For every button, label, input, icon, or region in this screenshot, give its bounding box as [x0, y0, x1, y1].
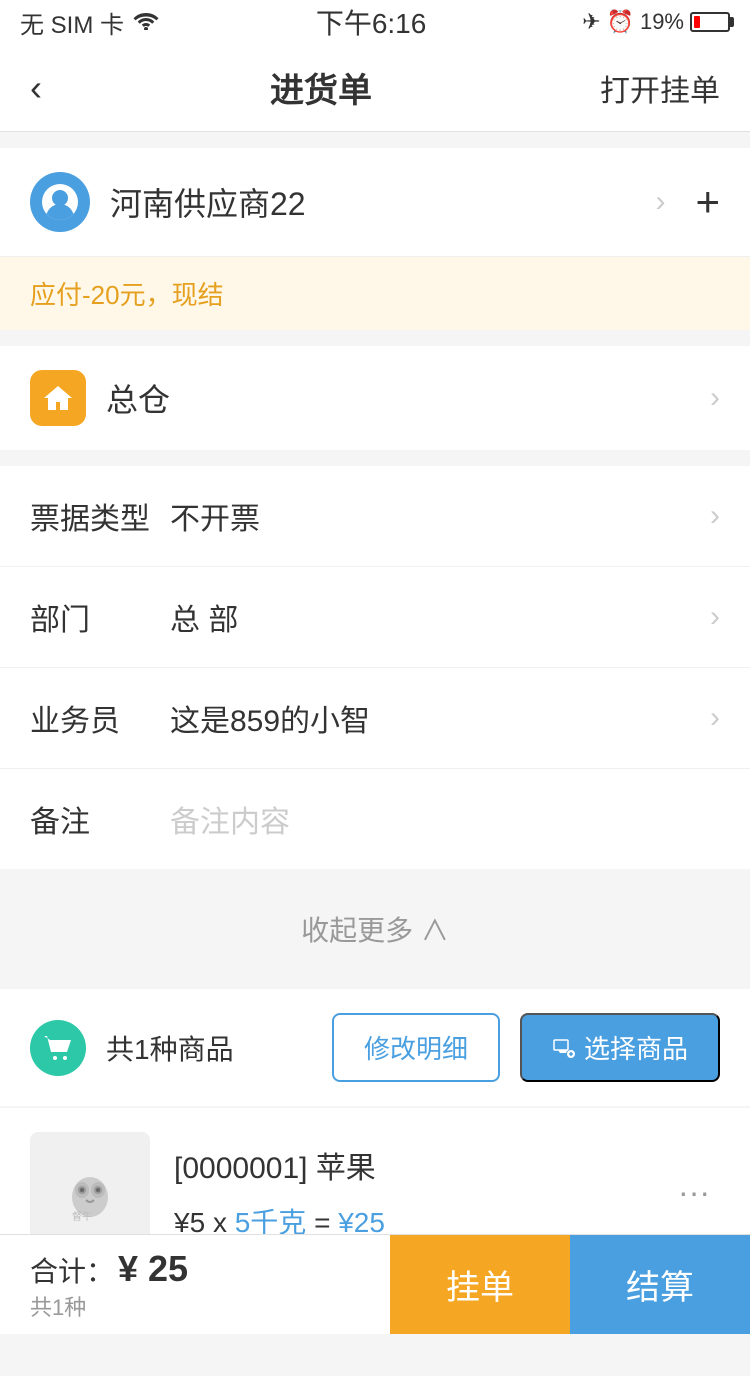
- alarm-icon: ⏰: [607, 9, 634, 35]
- hang-button[interactable]: 挂单: [390, 1235, 570, 1334]
- nav-bar: ‹ 进货单 打开挂单: [0, 44, 750, 132]
- select-product-button[interactable]: 选择商品: [520, 1013, 720, 1082]
- department-value: 总 部: [170, 595, 710, 639]
- cart-icon-wrap: [30, 1020, 86, 1076]
- invoice-type-row[interactable]: 票据类型 不开票 ›: [0, 466, 750, 567]
- location-icon: ✈: [582, 9, 600, 35]
- salesperson-label: 业务员: [30, 696, 170, 740]
- select-product-icon: [552, 1036, 576, 1060]
- warehouse-row[interactable]: 总仓 ›: [0, 346, 750, 450]
- supplier-right: › +: [655, 181, 720, 223]
- total-count: 共1种: [30, 1290, 360, 1322]
- status-bar: 无 SIM 卡 下午6:16 ✈ ⏰ 19%: [0, 0, 750, 44]
- total-section: 合计： ¥ 25 共1种: [0, 1235, 390, 1334]
- remark-row[interactable]: 备注 备注内容: [0, 769, 750, 869]
- department-label: 部门: [30, 595, 170, 639]
- checkout-button[interactable]: 结算: [570, 1235, 750, 1334]
- thumb-inner: 督午: [60, 1162, 120, 1222]
- warehouse-section: 总仓 ›: [0, 346, 750, 450]
- more-options-button[interactable]: ···: [668, 1164, 720, 1221]
- supplier-row[interactable]: 河南供应商22 › +: [0, 148, 750, 257]
- invoice-type-label: 票据类型: [30, 494, 170, 538]
- product-info: [0000001] 苹果 ¥5 x 5千克 = ¥25: [174, 1143, 644, 1241]
- collapse-bar[interactable]: 收起更多 ∧: [0, 885, 750, 973]
- product-count: 共1种商品: [106, 1028, 312, 1068]
- house-svg: [42, 382, 74, 414]
- status-right: ✈ ⏰ 19%: [582, 9, 730, 35]
- supplier-name: 河南供应商22: [110, 179, 655, 225]
- invoice-type-value: 不开票: [170, 494, 710, 538]
- bottom-bar: 合计： ¥ 25 共1种 挂单 结算: [0, 1234, 750, 1334]
- owl-icon: 督午: [60, 1162, 120, 1222]
- chevron-right-icon: ›: [710, 499, 720, 533]
- add-button[interactable]: +: [695, 181, 720, 223]
- status-left: 无 SIM 卡: [20, 5, 160, 40]
- product-name: [0000001] 苹果: [174, 1143, 644, 1187]
- cart-icon: [42, 1032, 74, 1064]
- carrier-label: 无 SIM 卡: [20, 5, 124, 40]
- remark-label: 备注: [30, 797, 170, 841]
- open-hang-button[interactable]: 打开挂单: [600, 66, 720, 110]
- department-row[interactable]: 部门 总 部 ›: [0, 567, 750, 668]
- chevron-right-icon: ›: [710, 701, 720, 735]
- chevron-right-icon: ›: [710, 600, 720, 634]
- battery-percent: 19%: [640, 9, 684, 35]
- chevron-right-icon: ›: [655, 185, 665, 219]
- form-section: 票据类型 不开票 › 部门 总 部 › 业务员 这是859的小智 › 备注 备注…: [0, 466, 750, 869]
- total-amount: ¥ 25: [118, 1248, 188, 1290]
- status-time: 下午6:16: [316, 2, 427, 42]
- product-code: [0000001]: [174, 1152, 307, 1185]
- svg-text:督午: 督午: [72, 1210, 92, 1222]
- remark-input[interactable]: 备注内容: [170, 797, 720, 841]
- warehouse-icon: [30, 370, 86, 426]
- supplier-alert: 应付-20元，现结: [0, 257, 750, 330]
- supplier-avatar: [30, 172, 90, 232]
- salesperson-value: 这是859的小智: [170, 696, 710, 740]
- salesperson-row[interactable]: 业务员 这是859的小智 ›: [0, 668, 750, 769]
- product-header: 共1种商品 修改明细 选择商品: [0, 989, 750, 1106]
- back-button[interactable]: ‹: [30, 67, 42, 109]
- select-product-label: 选择商品: [584, 1029, 688, 1066]
- battery-icon: [690, 12, 730, 32]
- wifi-icon: [132, 8, 160, 37]
- warehouse-name: 总仓: [106, 375, 710, 421]
- total-label: 合计：: [30, 1250, 114, 1290]
- product-title: 苹果: [316, 1152, 376, 1185]
- avatar-icon: [42, 184, 78, 220]
- edit-detail-button[interactable]: 修改明细: [332, 1013, 500, 1082]
- chevron-right-icon: ›: [710, 381, 720, 415]
- page-title: 进货单: [270, 63, 372, 112]
- supplier-section: 河南供应商22 › + 应付-20元，现结: [0, 148, 750, 330]
